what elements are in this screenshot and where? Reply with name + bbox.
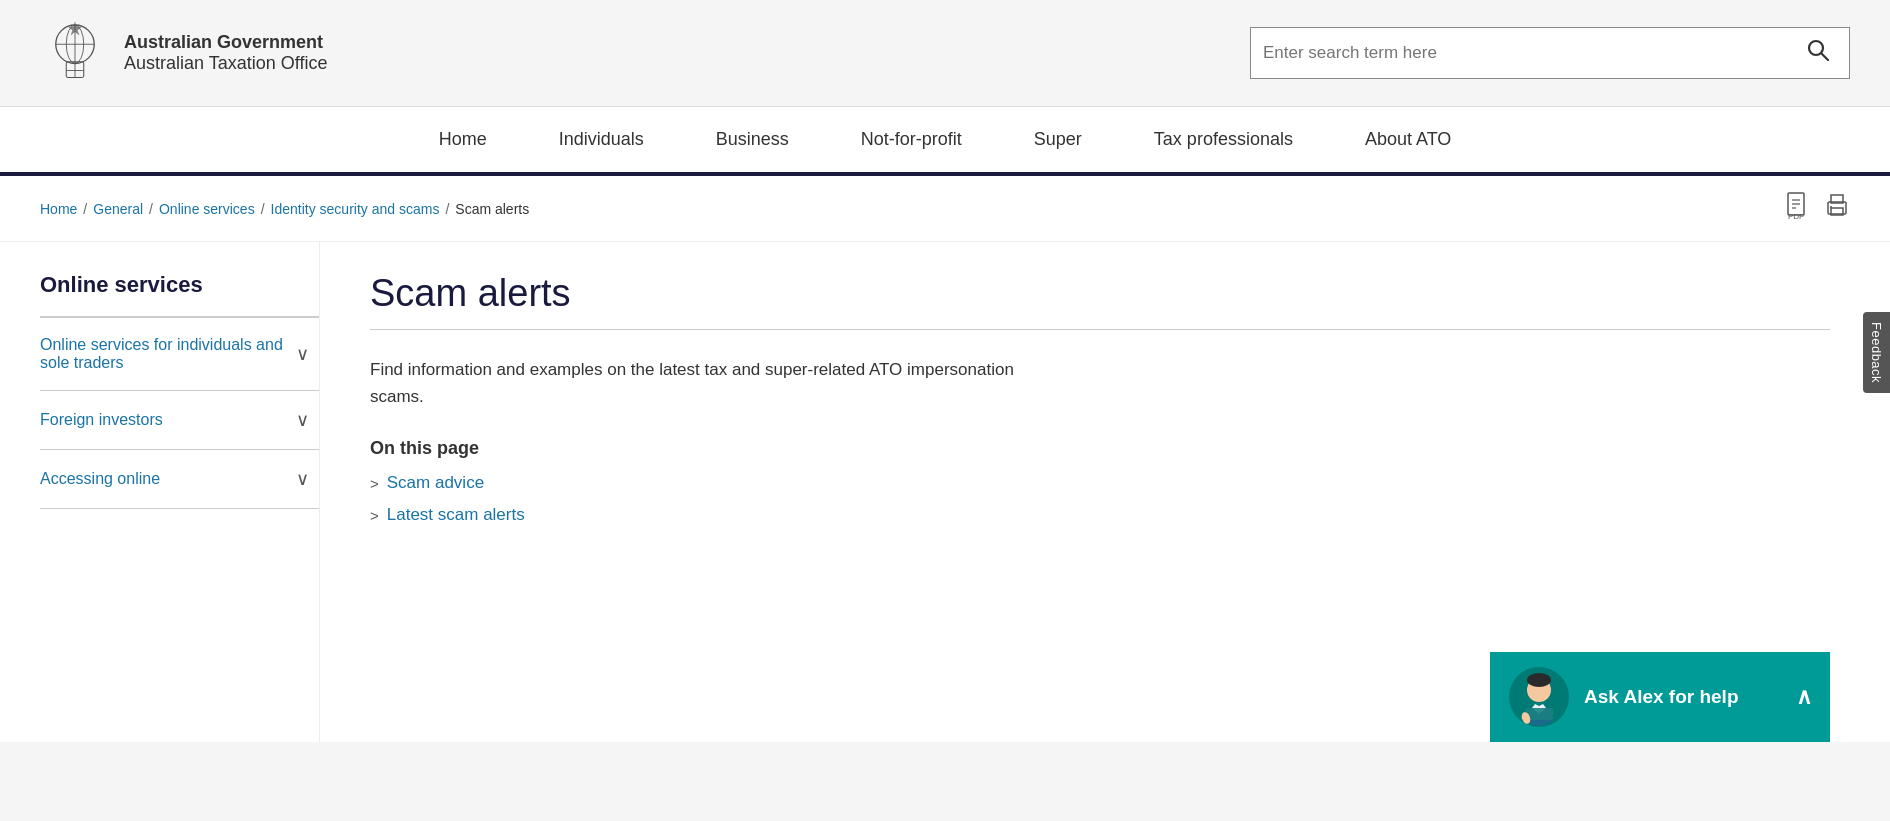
breadcrumb-bar: Home / General / Online services / Ident…: [0, 176, 1890, 242]
page-title: Scam alerts: [370, 272, 1830, 315]
breadcrumb-general[interactable]: General: [93, 201, 143, 217]
ato-name-label: Australian Taxation Office: [124, 53, 327, 74]
svg-point-22: [1527, 673, 1551, 687]
breadcrumb-sep-3: /: [261, 201, 265, 217]
chevron-down-icon-1: ∨: [296, 343, 309, 365]
feedback-tab[interactable]: Feedback: [1863, 312, 1890, 393]
sidebar-link-online-services-individuals[interactable]: Online services for individuals and sole…: [40, 336, 288, 372]
svg-point-18: [1830, 206, 1832, 208]
svg-text:PDF: PDF: [1788, 212, 1804, 220]
alex-widget: Ask Alex for help ∧: [1490, 652, 1830, 742]
breadcrumb-sep-4: /: [445, 201, 449, 217]
alex-avatar-icon: [1508, 666, 1570, 728]
search-bar: [1250, 27, 1850, 79]
sidebar-item-foreign-investors[interactable]: Foreign investors ∨: [40, 391, 319, 450]
sidebar: Online services Online services for indi…: [0, 242, 320, 742]
svg-line-9: [1822, 54, 1829, 61]
content-area: Online services Online services for indi…: [0, 242, 1890, 742]
page-description: Find information and examples on the lat…: [370, 356, 1050, 410]
on-this-page-label: On this page: [370, 438, 1830, 459]
pdf-icon: PDF: [1786, 192, 1810, 220]
alex-widget-text: Ask Alex for help: [1584, 686, 1782, 708]
nav-item-business[interactable]: Business: [680, 107, 825, 176]
search-input[interactable]: [1263, 43, 1799, 63]
toc-arrow-icon-1: >: [370, 475, 379, 492]
toc-item-scam-advice: > Scam advice: [370, 473, 1830, 493]
nav-item-super[interactable]: Super: [998, 107, 1118, 176]
breadcrumb-online-services[interactable]: Online services: [159, 201, 255, 217]
breadcrumb-sep-2: /: [149, 201, 153, 217]
main-content: Scam alerts Find information and example…: [320, 242, 1890, 742]
site-header: Australian Government Australian Taxatio…: [0, 0, 1890, 107]
print-button[interactable]: [1824, 192, 1850, 225]
toc-arrow-icon-2: >: [370, 507, 379, 524]
toc-link-scam-advice[interactable]: Scam advice: [387, 473, 484, 493]
page-title-divider: [370, 329, 1830, 330]
nav-item-individuals[interactable]: Individuals: [523, 107, 680, 176]
breadcrumb-current: Scam alerts: [455, 201, 529, 217]
toc-item-latest-scam-alerts: > Latest scam alerts: [370, 505, 1830, 525]
chevron-down-icon-2: ∨: [296, 409, 309, 431]
breadcrumb-sep-1: /: [83, 201, 87, 217]
print-icon: [1824, 194, 1850, 218]
breadcrumb-actions: PDF: [1786, 192, 1850, 225]
nav-item-about-ato[interactable]: About ATO: [1329, 107, 1487, 176]
breadcrumb-home[interactable]: Home: [40, 201, 77, 217]
breadcrumb-identity-security[interactable]: Identity security and scams: [271, 201, 440, 217]
nav-item-tax-professionals[interactable]: Tax professionals: [1118, 107, 1329, 176]
search-button[interactable]: [1799, 35, 1837, 71]
logo-text: Australian Government Australian Taxatio…: [124, 32, 327, 74]
sidebar-item-online-services-individuals[interactable]: Online services for individuals and sole…: [40, 318, 319, 391]
logo-area: Australian Government Australian Taxatio…: [40, 18, 327, 88]
sidebar-item-accessing-online[interactable]: Accessing online ∨: [40, 450, 319, 509]
main-nav: Home Individuals Business Not-for-profit…: [0, 107, 1890, 176]
gov-name-label: Australian Government: [124, 32, 327, 53]
breadcrumb: Home / General / Online services / Ident…: [40, 201, 529, 217]
toc-link-latest-scam-alerts[interactable]: Latest scam alerts: [387, 505, 525, 525]
nav-item-home[interactable]: Home: [403, 107, 523, 176]
chevron-down-icon-3: ∨: [296, 468, 309, 490]
sidebar-title: Online services: [40, 272, 319, 298]
sidebar-link-accessing-online[interactable]: Accessing online: [40, 470, 288, 488]
pdf-button[interactable]: PDF: [1786, 192, 1810, 225]
ato-crest-icon: [40, 18, 110, 88]
search-icon: [1807, 39, 1829, 61]
sidebar-link-foreign-investors[interactable]: Foreign investors: [40, 411, 288, 429]
alex-widget-close[interactable]: ∧: [1796, 684, 1812, 710]
nav-item-not-for-profit[interactable]: Not-for-profit: [825, 107, 998, 176]
